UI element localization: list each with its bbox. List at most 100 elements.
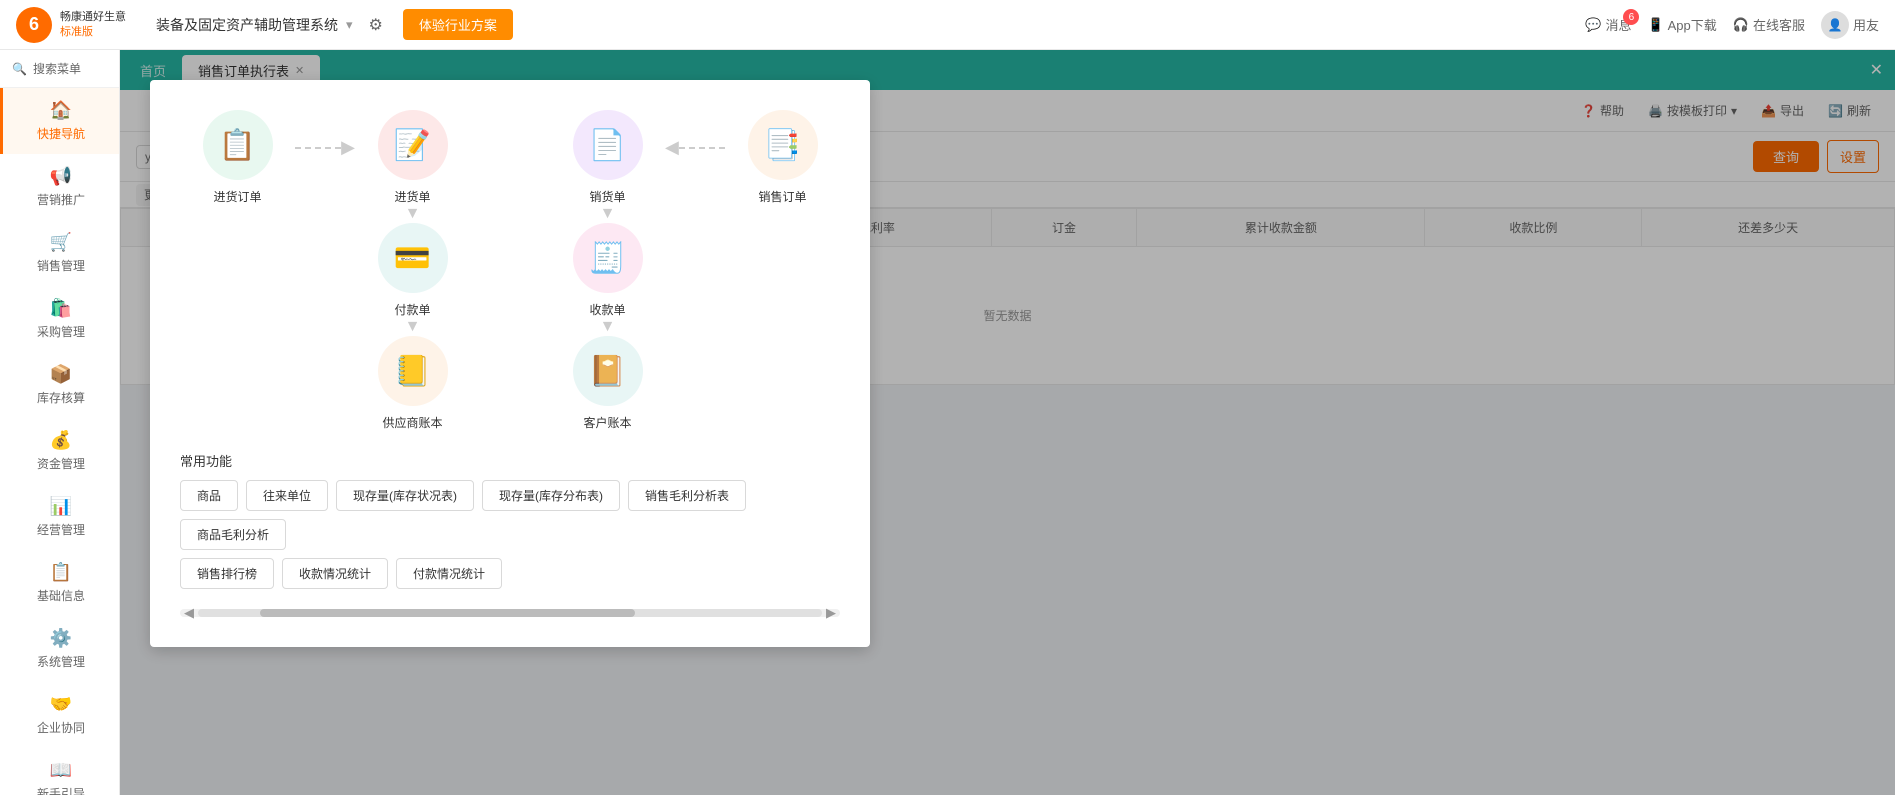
marketing-icon: 📢 [50, 166, 72, 187]
flow-section: 📋 进货订单 ▶ 📝 进货单 [180, 110, 840, 431]
flow-row-2: 💳 付款单 🧾 收款单 [180, 223, 840, 318]
func-btns-row-2: 销售排行榜 收款情况统计 付款情况统计 [180, 558, 840, 589]
sales-bill-label: 销货单 [589, 188, 625, 205]
sidebar-item-system[interactable]: ⚙️ 系统管理 [0, 616, 119, 682]
sidebar-item-basic[interactable]: 📋 基础信息 [0, 550, 119, 616]
sales-bill-circle[interactable]: 📄 [573, 110, 643, 180]
func-btns-row-1: 商品 往来单位 现存量(库存状况表) 现存量(库存分布表) 销售毛利分析表 商品… [180, 480, 840, 550]
dropdown-arrow-icon[interactable]: ▾ [346, 17, 353, 33]
search-icon: 🔍 [12, 62, 27, 76]
system-icon: ⚙️ [50, 628, 72, 649]
logo-area: 6 畅康通好生意 标准版 [16, 7, 136, 43]
operation-icon: 📊 [50, 496, 72, 517]
flow-item-receipt: 🧾 收款单 [550, 223, 665, 318]
newbie-icon: 📖 [50, 760, 72, 781]
user-item[interactable]: 👤 用友 [1821, 11, 1879, 39]
system-title-area: 装备及固定资产辅助管理系统 ▾ ⚙ 体验行业方案 [136, 9, 1585, 40]
func-btn-receipt-stats[interactable]: 收款情况统计 [282, 558, 388, 589]
sidebar-item-sales[interactable]: 🛒 销售管理 [0, 220, 119, 286]
payment-circle[interactable]: 💳 [378, 223, 448, 293]
spacer-left [180, 205, 295, 223]
sales-icon: 🛒 [50, 232, 72, 253]
flow-row-1: 📋 进货订单 ▶ 📝 进货单 [180, 110, 840, 205]
sidebar-item-newbie[interactable]: 📖 新手引导 [0, 748, 119, 795]
scrollbar-thumb[interactable] [260, 609, 634, 617]
payment-label: 付款单 [394, 301, 430, 318]
sidebar-item-operation[interactable]: 📊 经营管理 [0, 484, 119, 550]
receipt-circle[interactable]: 🧾 [573, 223, 643, 293]
purchase-order-label: 进货订单 [213, 188, 261, 205]
user-name: 用友 [1853, 15, 1879, 34]
message-icon: 💬 [1585, 17, 1601, 33]
supplier-ledger-label: 供应商账本 [382, 414, 442, 431]
func-btn-sales-ranking[interactable]: 销售排行榜 [180, 558, 274, 589]
sidebar-item-quick-nav[interactable]: 🏠 快捷导航 [0, 88, 119, 154]
sidebar-item-enterprise[interactable]: 🤝 企业协同 [0, 682, 119, 748]
spacer6 [665, 318, 725, 336]
func-btn-product-margin[interactable]: 商品毛利分析 [180, 519, 286, 550]
app-download-item[interactable]: 📱 App下载 [1647, 15, 1716, 34]
common-functions: 常用功能 商品 往来单位 现存量(库存状况表) 现存量(库存分布表) 销售毛利分… [180, 451, 840, 589]
supplier-ledger-circle[interactable]: 📒 [378, 336, 448, 406]
spacer5 [470, 318, 550, 336]
func-btn-product[interactable]: 商品 [180, 480, 238, 511]
mobile-icon: 📱 [1647, 17, 1663, 33]
sidebar-item-purchase[interactable]: 🛍️ 采购管理 [0, 286, 119, 352]
sales-order-circle[interactable]: 📑 [748, 110, 818, 180]
flow-item-customer-ledger: 📔 客户账本 [550, 336, 665, 431]
flow-row-3: 📒 供应商账本 📔 客户账本 [180, 336, 840, 431]
customer-ledger-circle[interactable]: 📔 [573, 336, 643, 406]
arrow-down-sales: ▼ [550, 205, 665, 223]
arrow-down-payment: ▼ [355, 318, 470, 336]
flow-item-sales-bill: 📄 销货单 [550, 110, 665, 205]
flow-row-arrows2: ▼ ▼ [180, 318, 840, 336]
trial-button[interactable]: 体验行业方案 [403, 9, 513, 40]
scrollbar-track [198, 609, 822, 617]
func-btn-payment-stats[interactable]: 付款情况统计 [396, 558, 502, 589]
enterprise-icon: 🤝 [50, 694, 72, 715]
purchase-bill-label: 进货单 [394, 188, 430, 205]
func-btn-contacts[interactable]: 往来单位 [246, 480, 328, 511]
sales-order-label: 销售订单 [758, 188, 806, 205]
scroll-left-icon[interactable]: ◀ [180, 605, 198, 621]
purchase-order-circle[interactable]: 📋 [203, 110, 273, 180]
spacer-mid1 [295, 205, 355, 223]
spacer4 [295, 318, 355, 336]
func-btn-stock-status[interactable]: 现存量(库存状况表) [336, 480, 474, 511]
sidebar-item-inventory[interactable]: 📦 库存核算 [0, 352, 119, 418]
flow-item-purchase-bill: 📝 进货单 [355, 110, 470, 205]
func-btn-stock-dist[interactable]: 现存量(库存分布表) [482, 480, 620, 511]
search-menu[interactable]: 🔍 搜索菜单 [0, 50, 119, 88]
message-item[interactable]: 💬 消息 6 [1585, 15, 1631, 34]
online-service-item[interactable]: 🎧 在线客服 [1733, 15, 1805, 34]
purchase-bill-circle[interactable]: 📝 [378, 110, 448, 180]
popup-overlay: 📋 进货订单 ▶ 📝 进货单 [120, 50, 1895, 795]
sidebar-item-finance[interactable]: 💰 资金管理 [0, 418, 119, 484]
flow-item-supplier-ledger: 📒 供应商账本 [355, 336, 470, 431]
arrow-down-purchase: ▼ [355, 205, 470, 223]
spacer3 [180, 318, 295, 336]
headset-icon: 🎧 [1733, 17, 1749, 33]
flow-row-arrows: ▼ ▼ [180, 205, 840, 223]
popup-dialog: 📋 进货订单 ▶ 📝 进货单 [150, 80, 870, 647]
arrow-2: ◀ [665, 137, 725, 158]
sidebar-item-marketing[interactable]: 📢 营销推广 [0, 154, 119, 220]
basic-icon: 📋 [50, 562, 72, 583]
logo-text: 畅康通好生意 标准版 [60, 10, 126, 39]
arrow-down-receipt: ▼ [550, 318, 665, 336]
spacer7 [725, 318, 840, 336]
flow-item-payment: 💳 付款单 [355, 223, 470, 318]
customer-ledger-label: 客户账本 [583, 414, 631, 431]
popup-scrollbar[interactable]: ◀ ▶ [180, 609, 840, 617]
func-btn-sales-margin[interactable]: 销售毛利分析表 [628, 480, 746, 511]
arrow-1: ▶ [295, 137, 355, 158]
spacer-mid2 [470, 205, 550, 223]
scroll-right-icon[interactable]: ▶ [822, 605, 840, 621]
logo-icon: 6 [16, 7, 52, 43]
home-icon: 🏠 [50, 100, 72, 121]
spacer-mid3 [665, 205, 725, 223]
settings-icon[interactable]: ⚙ [369, 15, 383, 35]
top-header: 6 畅康通好生意 标准版 装备及固定资产辅助管理系统 ▾ ⚙ 体验行业方案 💬 … [0, 0, 1895, 50]
flow-item-sales-order: 📑 销售订单 [725, 110, 840, 205]
system-title: 装备及固定资产辅助管理系统 [156, 15, 338, 35]
